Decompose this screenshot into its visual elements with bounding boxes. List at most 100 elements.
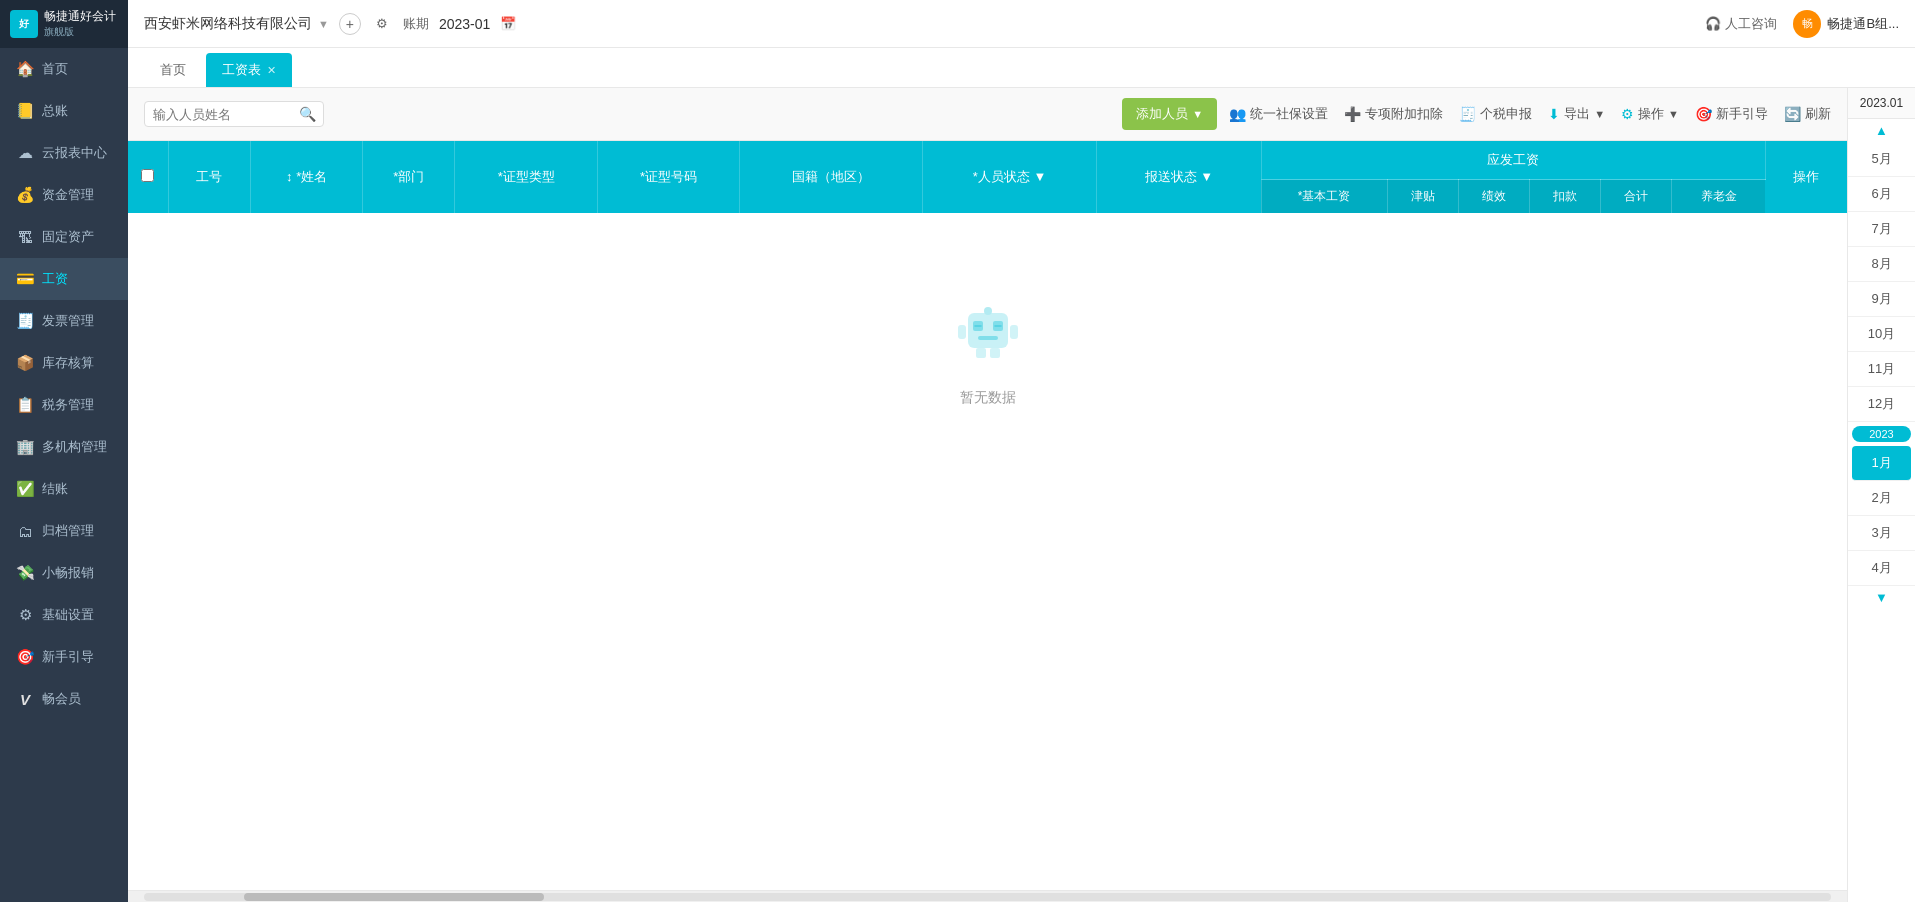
sidebar-item-close[interactable]: ✅ 结账	[0, 468, 128, 510]
th-salary-group: 应发工资	[1261, 141, 1765, 180]
calendar-icon[interactable]: 📅	[500, 16, 516, 31]
operations-action[interactable]: ⚙ 操作 ▼	[1621, 105, 1679, 123]
period-month-3[interactable]: 3月	[1848, 516, 1915, 551]
close-period-icon: ✅	[16, 480, 34, 498]
period-month-8[interactable]: 8月	[1848, 247, 1915, 282]
th-pension: 养老金	[1672, 180, 1765, 214]
operations-label: 操作	[1638, 105, 1664, 123]
th-name[interactable]: ↕ *姓名	[251, 141, 363, 213]
period-month-10[interactable]: 10月	[1848, 317, 1915, 352]
support-icon: 🎧	[1705, 16, 1721, 31]
period-month-12[interactable]: 12月	[1848, 387, 1915, 422]
empty-state-icon	[948, 293, 1028, 373]
sidebar-item-funds[interactable]: 💰 资金管理	[0, 174, 128, 216]
sidebar-item-multi-org[interactable]: 🏢 多机构管理	[0, 426, 128, 468]
empty-state: 暂无数据	[128, 213, 1847, 487]
sidebar-nav: 🏠 首页 📒 总账 ☁ 云报表中心 💰 资金管理 🏗 固定资产 💳 工资 🧾 发…	[0, 48, 128, 902]
period-month-2[interactable]: 2月	[1848, 481, 1915, 516]
sidebar-item-label: 发票管理	[42, 312, 94, 330]
logo-icon: 好	[10, 10, 38, 38]
toolbar: 🔍 添加人员 ▼ 👥 统一社保设置 ➕ 专项附加扣除	[128, 88, 1847, 141]
sidebar-item-archive[interactable]: 🗂 归档管理	[0, 510, 128, 552]
add-person-label: 添加人员	[1136, 105, 1188, 123]
app-logo: 好 畅捷通好会计 旗舰版	[0, 0, 128, 48]
period-month-5[interactable]: 5月	[1848, 142, 1915, 177]
select-all-th[interactable]	[128, 141, 168, 213]
app-version: 旗舰版	[44, 25, 116, 39]
ledger-icon: 📒	[16, 102, 34, 120]
sidebar-item-label: 畅会员	[42, 690, 81, 708]
th-person-status[interactable]: *人员状态 ▼	[923, 141, 1097, 213]
operations-dropdown-icon: ▼	[1668, 108, 1679, 120]
add-company-button[interactable]: +	[339, 13, 361, 35]
assets-icon: 🏗	[16, 229, 34, 246]
social-insurance-action[interactable]: 👥 统一社保设置	[1229, 105, 1328, 123]
period-nav-down[interactable]: ▼	[1848, 586, 1915, 609]
period-month-4[interactable]: 4月	[1848, 551, 1915, 586]
sidebar-item-label: 首页	[42, 60, 68, 78]
th-report-status[interactable]: 报送状态 ▼	[1097, 141, 1261, 213]
svg-rect-4	[984, 307, 992, 315]
add-person-button[interactable]: 添加人员 ▼	[1122, 98, 1217, 130]
user-menu[interactable]: 畅 畅捷通B组...	[1793, 10, 1899, 38]
sidebar-item-guide[interactable]: 🎯 新手引导	[0, 636, 128, 678]
sidebar-item-label: 小畅报销	[42, 564, 94, 582]
inventory-icon: 📦	[16, 354, 34, 372]
search-box[interactable]: 🔍	[144, 101, 324, 127]
company-dropdown-icon: ▼	[318, 18, 329, 30]
th-base-salary: *基本工资	[1261, 180, 1387, 214]
personal-tax-action[interactable]: 🧾 个税申报	[1459, 105, 1532, 123]
payroll-table: 工号 ↕ *姓名 *部门 *证型类型 *证型号码 国籍（地区） *人员状态 ▼	[128, 141, 1847, 487]
svg-rect-7	[976, 348, 986, 358]
settings-icon: ⚙	[16, 606, 34, 624]
payroll-main: 🔍 添加人员 ▼ 👥 统一社保设置 ➕ 专项附加扣除	[128, 88, 1847, 902]
period-year-badge: 2023	[1852, 426, 1911, 442]
search-input[interactable]	[153, 107, 293, 122]
bottom-scrollbar[interactable]	[128, 890, 1847, 902]
sidebar-item-settings[interactable]: ⚙ 基础设置	[0, 594, 128, 636]
new-guide-action[interactable]: 🎯 新手引导	[1695, 105, 1768, 123]
tab-close-icon[interactable]: ✕	[267, 64, 276, 77]
company-settings-button[interactable]: ⚙	[371, 13, 393, 35]
export-action[interactable]: ⬇ 导出 ▼	[1548, 105, 1605, 123]
svg-rect-8	[990, 348, 1000, 358]
sidebar-item-fixed-assets[interactable]: 🏗 固定资产	[0, 216, 128, 258]
content-area: 🔍 添加人员 ▼ 👥 统一社保设置 ➕ 专项附加扣除	[128, 88, 1915, 902]
sidebar-item-invoice[interactable]: 🧾 发票管理	[0, 300, 128, 342]
sidebar-item-home[interactable]: 🏠 首页	[0, 48, 128, 90]
refresh-action[interactable]: 🔄 刷新	[1784, 105, 1831, 123]
app-name: 畅捷通好会计	[44, 9, 116, 25]
empty-text: 暂无数据	[960, 389, 1016, 407]
guide-icon: 🎯	[16, 648, 34, 666]
sidebar-item-payroll[interactable]: 💳 工资	[0, 258, 128, 300]
period-header-label: 2023.01	[1860, 96, 1903, 110]
th-cert-no: *证型号码	[597, 141, 739, 213]
tab-home[interactable]: 首页	[144, 53, 202, 87]
sidebar-item-inventory[interactable]: 📦 库存核算	[0, 342, 128, 384]
sidebar-item-member[interactable]: V 畅会员	[0, 678, 128, 720]
special-deduction-action[interactable]: ➕ 专项附加扣除	[1344, 105, 1443, 123]
add-person-dropdown-icon: ▼	[1192, 108, 1203, 120]
period-nav-up[interactable]: ▲	[1848, 119, 1915, 142]
new-guide-icon: 🎯	[1695, 106, 1712, 122]
sidebar-item-cloud-report[interactable]: ☁ 云报表中心	[0, 132, 128, 174]
tab-payroll-table[interactable]: 工资表 ✕	[206, 53, 292, 87]
sidebar-item-ledger[interactable]: 📒 总账	[0, 90, 128, 132]
period-month-7[interactable]: 7月	[1848, 212, 1915, 247]
sidebar-item-tax[interactable]: 📋 税务管理	[0, 384, 128, 426]
support-button[interactable]: 🎧 人工咨询	[1705, 15, 1777, 33]
period-month-11[interactable]: 11月	[1848, 352, 1915, 387]
period-month-1[interactable]: 1月	[1852, 446, 1911, 481]
header-left: 西安虾米网络科技有限公司 ▼ + ⚙ 账期 2023-01 📅	[144, 13, 516, 35]
select-all-checkbox[interactable]	[141, 169, 154, 182]
company-selector[interactable]: 西安虾米网络科技有限公司 ▼	[144, 15, 329, 33]
period-month-6[interactable]: 6月	[1848, 177, 1915, 212]
tab-home-label: 首页	[160, 61, 186, 79]
member-icon: V	[16, 691, 34, 708]
sidebar-item-expense[interactable]: 💸 小畅报销	[0, 552, 128, 594]
sidebar-item-label: 库存核算	[42, 354, 94, 372]
period-month-9[interactable]: 9月	[1848, 282, 1915, 317]
export-label: 导出	[1564, 105, 1590, 123]
th-number: 工号	[168, 141, 251, 213]
sidebar-item-label: 税务管理	[42, 396, 94, 414]
